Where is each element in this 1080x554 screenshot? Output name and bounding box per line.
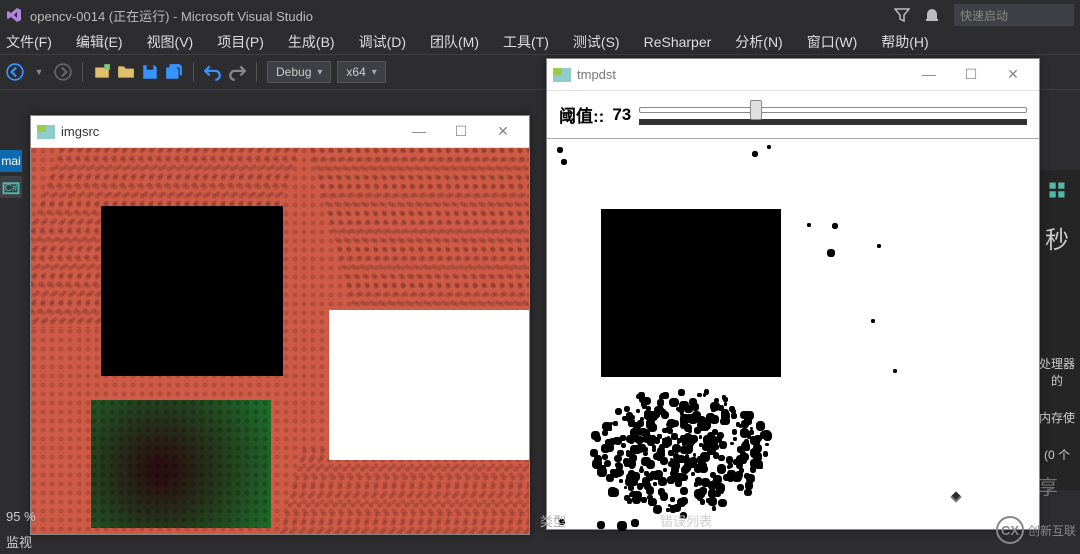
menu-team[interactable]: 团队(M): [430, 32, 479, 52]
progress-pct: 95 %: [6, 509, 36, 524]
seconds-label: 秒: [1045, 220, 1069, 255]
watermark-cx: CX 创新互联: [996, 516, 1076, 544]
zero-label: (0 个: [1044, 446, 1070, 463]
undo-icon[interactable]: [204, 63, 222, 81]
dst-black-square: [601, 209, 781, 377]
menu-help[interactable]: 帮助(H): [881, 32, 928, 52]
watermark-weika: 微卡智享: [946, 471, 1058, 500]
threshold-label: 阈值::: [559, 102, 604, 127]
window-title: imgsrc: [61, 124, 99, 139]
quick-launch-input[interactable]: 快速启动: [954, 4, 1074, 26]
save-icon[interactable]: [141, 63, 159, 81]
type-label: 类型: [540, 511, 566, 530]
notifications-icon[interactable]: [924, 7, 940, 23]
menu-debug[interactable]: 调试(D): [359, 32, 406, 52]
window-imgsrc[interactable]: imgsrc — ☐ ✕: [30, 115, 530, 535]
processor-label: 处理器的: [1034, 355, 1080, 389]
window-title: tmpdst: [577, 67, 616, 82]
menu-test[interactable]: 测试(S): [573, 32, 620, 52]
filter-icon[interactable]: [894, 7, 910, 23]
imgsrc-image: [31, 148, 529, 534]
menu-build[interactable]: 生成(B): [288, 32, 335, 52]
left-tab-tool-icon[interactable]: C#: [0, 176, 22, 198]
menu-window[interactable]: 窗口(W): [807, 32, 858, 52]
threshold-trackbar[interactable]: [639, 99, 1027, 131]
menu-project[interactable]: 项目(P): [217, 32, 264, 52]
maximize-button[interactable]: ☐: [957, 66, 985, 83]
dropdown-icon[interactable]: ▼: [30, 63, 48, 81]
redo-icon[interactable]: [228, 63, 246, 81]
svg-text:C#: C#: [5, 183, 18, 194]
opencv-window-icon: [553, 68, 571, 82]
left-tab-active[interactable]: mai: [0, 150, 22, 172]
tool-icon[interactable]: [1047, 180, 1067, 200]
src-black-square: [101, 206, 283, 376]
vs-window-title: opencv-0014 (正在运行) - Microsoft Visual St…: [30, 6, 313, 25]
opencv-window-icon: [37, 125, 55, 139]
nav-back-icon[interactable]: [6, 63, 24, 81]
menu-view[interactable]: 视图(V): [147, 32, 194, 52]
vs-menubar: 文件(F) 编辑(E) 视图(V) 项目(P) 生成(B) 调试(D) 团队(M…: [0, 30, 1080, 54]
minimize-button[interactable]: —: [405, 123, 433, 140]
vs-logo-icon: [6, 7, 22, 23]
save-all-icon[interactable]: [165, 63, 183, 81]
watch-label[interactable]: 监视: [6, 532, 32, 551]
nav-forward-icon[interactable]: [54, 63, 72, 81]
wechat-icon: [946, 475, 972, 497]
menu-analyze[interactable]: 分析(N): [735, 32, 782, 52]
threshold-value: 73: [612, 105, 631, 125]
menu-tools[interactable]: 工具(T): [503, 32, 549, 52]
menu-resharper[interactable]: ReSharper: [644, 34, 712, 50]
new-project-icon[interactable]: [93, 63, 111, 81]
menu-file[interactable]: 文件(F): [6, 32, 52, 52]
open-file-icon[interactable]: [117, 63, 135, 81]
close-button[interactable]: ✕: [999, 66, 1027, 83]
src-white-rectangle: [329, 310, 529, 460]
platform-combo[interactable]: x64: [337, 61, 385, 83]
memory-label: 内存使: [1039, 409, 1075, 426]
close-button[interactable]: ✕: [489, 123, 517, 140]
diagnostic-side-panel: 秒 处理器的 内存使 (0 个: [1034, 170, 1080, 490]
maximize-button[interactable]: ☐: [447, 123, 475, 140]
window-tmpdst[interactable]: tmpdst — ☐ ✕ 阈值:: 73: [546, 58, 1040, 530]
config-combo[interactable]: Debug: [267, 61, 331, 83]
minimize-button[interactable]: —: [915, 66, 943, 83]
error-list-tab[interactable]: 错误列表: [660, 511, 712, 530]
menu-edit[interactable]: 编辑(E): [76, 32, 123, 52]
cx-logo-icon: CX: [996, 516, 1024, 544]
